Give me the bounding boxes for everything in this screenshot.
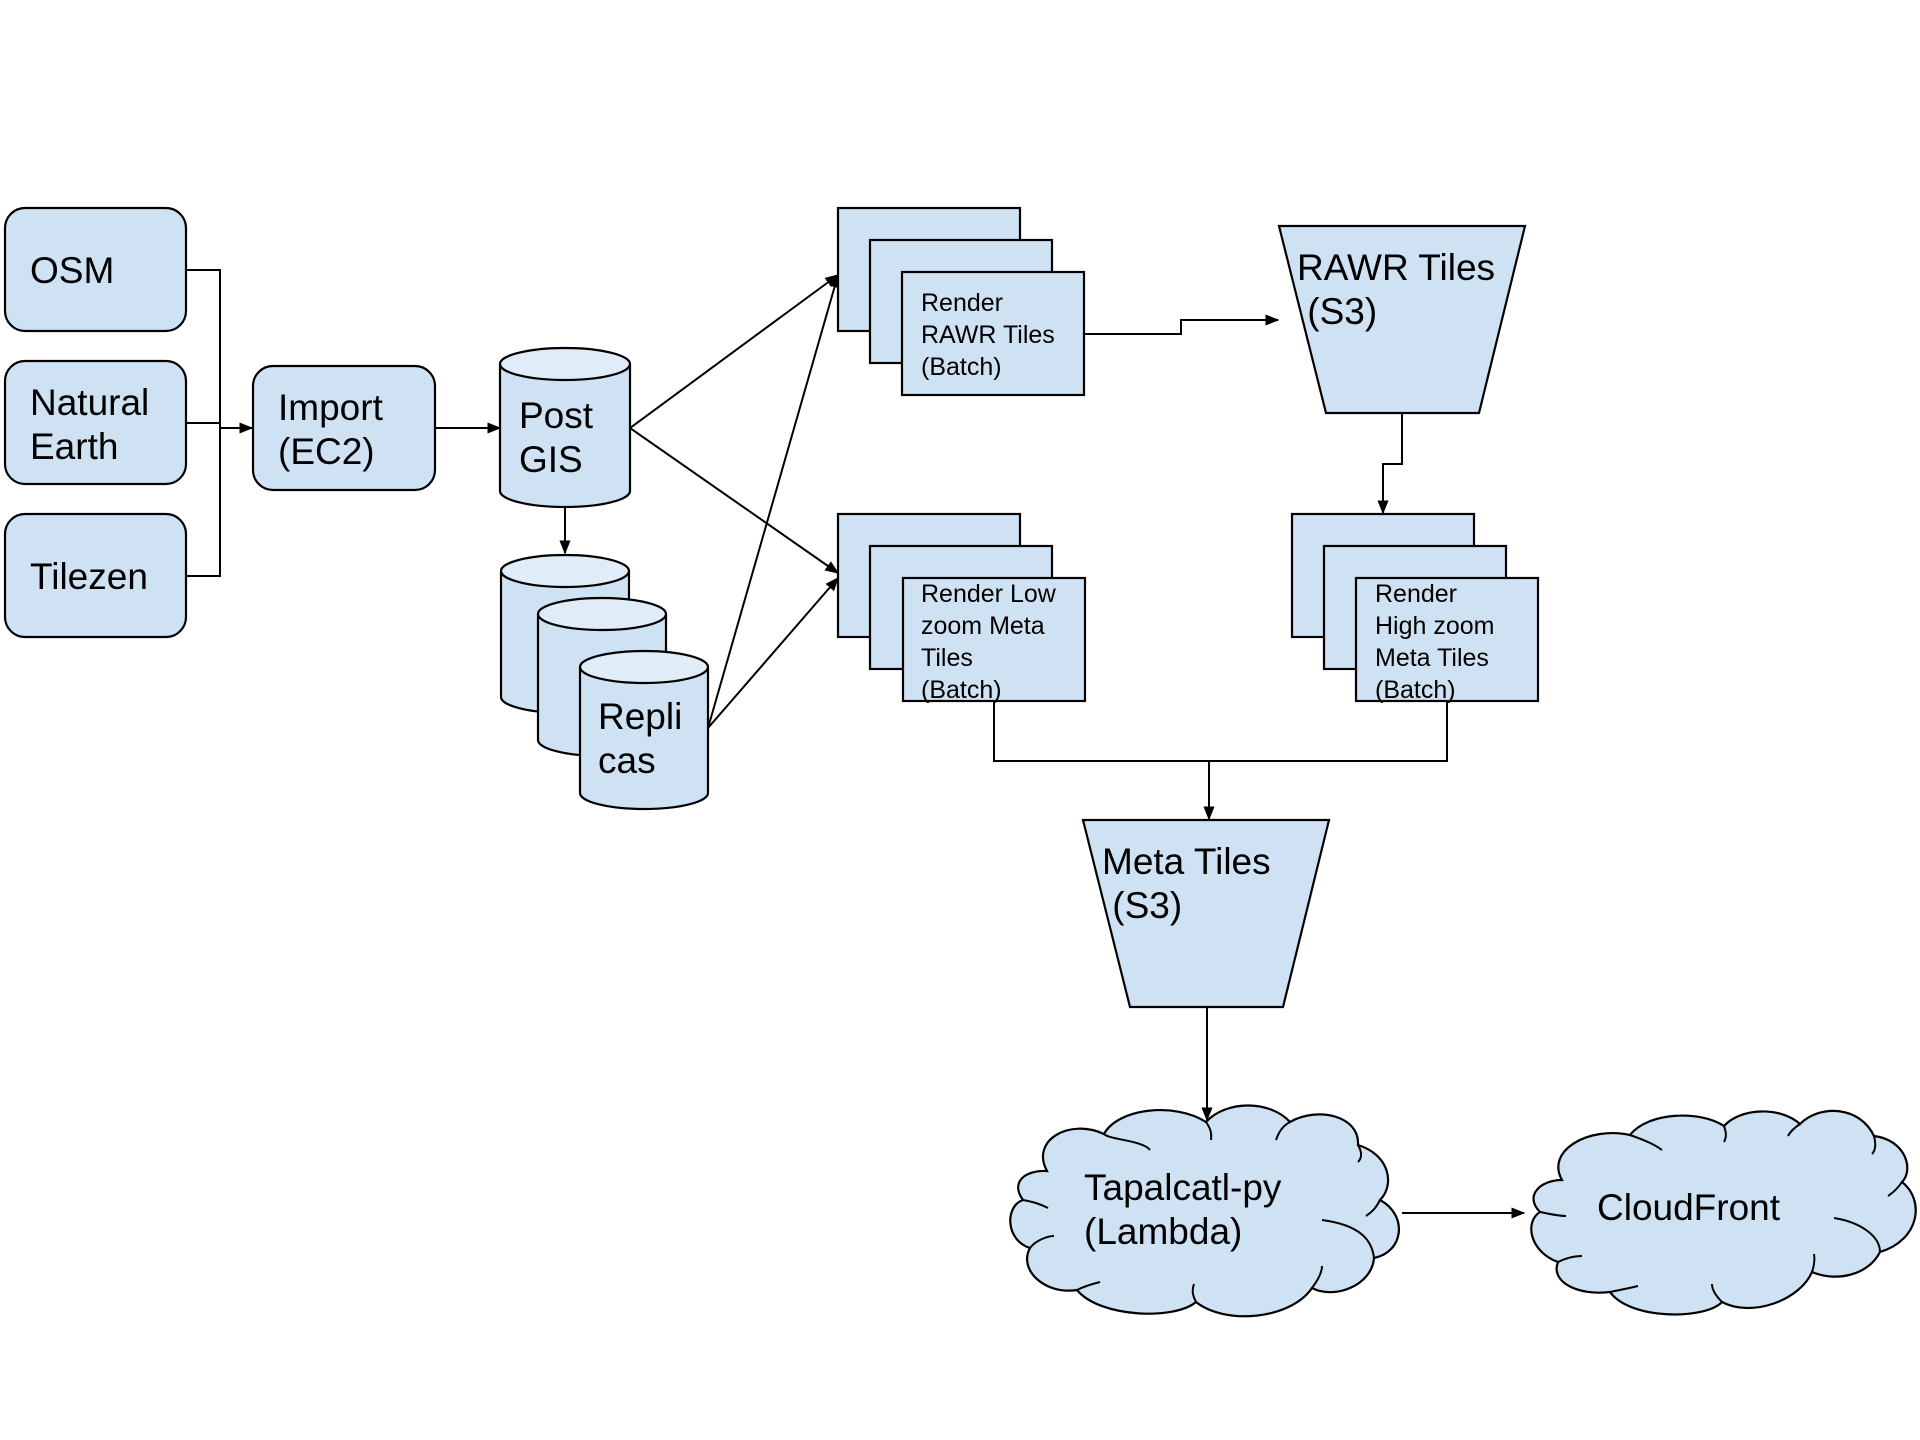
node-label-line-1: RAWR Tiles [1297, 247, 1495, 288]
edge-osm-to-import [186, 269, 221, 428]
node-label-line-3: Meta Tiles [1375, 644, 1489, 672]
node-render-rawr-tiles[interactable]: Render RAWR Tiles (Batch) [836, 206, 1086, 397]
edge-replicas-to-render-rawr [707, 273, 840, 729]
architecture-diagram: OSM Natural Earth Tilezen Import (EC2) P… [3, 206, 1917, 1318]
node-label-line-2: cas [598, 740, 656, 781]
node-cloudfront[interactable]: CloudFront [1530, 1109, 1917, 1316]
edge-render-high-to-meta-tiles [1203, 701, 1448, 821]
node-label: CloudFront [1597, 1187, 1781, 1228]
node-label-line-3: (Batch) [921, 353, 1002, 381]
node-label-line-2: zoom Meta [921, 612, 1045, 640]
node-label-line-4: (Batch) [921, 676, 1002, 704]
node-tilezen[interactable]: Tilezen [3, 512, 188, 639]
node-label: Tilezen [30, 556, 148, 597]
node-label-line-1: Meta Tiles [1102, 841, 1271, 882]
node-osm[interactable]: OSM [3, 206, 188, 333]
node-label-line-1: Tapalcatl-py [1084, 1167, 1282, 1208]
edge-replicas-to-render-low [707, 576, 839, 729]
node-label-line-3: Tiles [921, 644, 973, 672]
edge-postgis-to-render-low [629, 427, 840, 574]
node-replicas[interactable]: Repli cas [499, 553, 710, 811]
node-label-line-2: RAWR Tiles [921, 321, 1055, 349]
node-label-line-1: Import [278, 387, 384, 428]
node-label-line-1: Natural [30, 382, 149, 423]
node-render-high-zoom-meta-tiles[interactable]: Render High zoom Meta Tiles (Batch) [1290, 512, 1540, 704]
edge-tilezen-to-import [186, 428, 221, 577]
node-label-line-4: (Batch) [1375, 676, 1456, 704]
node-label-line-2: High zoom [1375, 612, 1495, 640]
node-label-line-1: Post [519, 395, 594, 436]
node-label-line-1: Render [1375, 580, 1457, 608]
node-render-low-zoom-meta-tiles[interactable]: Render Low zoom Meta Tiles (Batch) [836, 512, 1087, 704]
edge-rawr-tiles-to-render-high [1377, 413, 1403, 515]
node-label-line-2: (Lambda) [1084, 1211, 1242, 1252]
node-rawr-tiles-s3[interactable]: RAWR Tiles (S3) [1277, 224, 1527, 415]
node-natural-earth[interactable]: Natural Earth [3, 359, 188, 486]
node-tapalcatl-lambda[interactable]: Tapalcatl-py (Lambda) [1009, 1104, 1400, 1318]
edge-natural-earth-to-import [186, 422, 254, 434]
node-meta-tiles-s3[interactable]: Meta Tiles (S3) [1081, 818, 1331, 1009]
node-label-line-2: (S3) [1297, 291, 1377, 332]
edge-postgis-to-render-rawr [629, 274, 840, 429]
node-label-line-1: Render Low [921, 580, 1057, 608]
edge-render-low-to-meta-tiles [993, 701, 1209, 762]
node-label-line-1: Repli [598, 696, 682, 737]
node-label-line-1: Render [921, 289, 1003, 317]
node-postgis[interactable]: Post GIS [498, 346, 632, 509]
node-import[interactable]: Import (EC2) [251, 364, 437, 492]
node-label-line-2: GIS [519, 439, 583, 480]
node-label-line-2: (EC2) [278, 431, 375, 472]
node-label-line-2: Earth [30, 426, 118, 467]
node-label: OSM [30, 250, 114, 291]
edge-render-rawr-to-rawr-tiles [1084, 314, 1280, 335]
node-label-line-2: (S3) [1102, 885, 1182, 926]
